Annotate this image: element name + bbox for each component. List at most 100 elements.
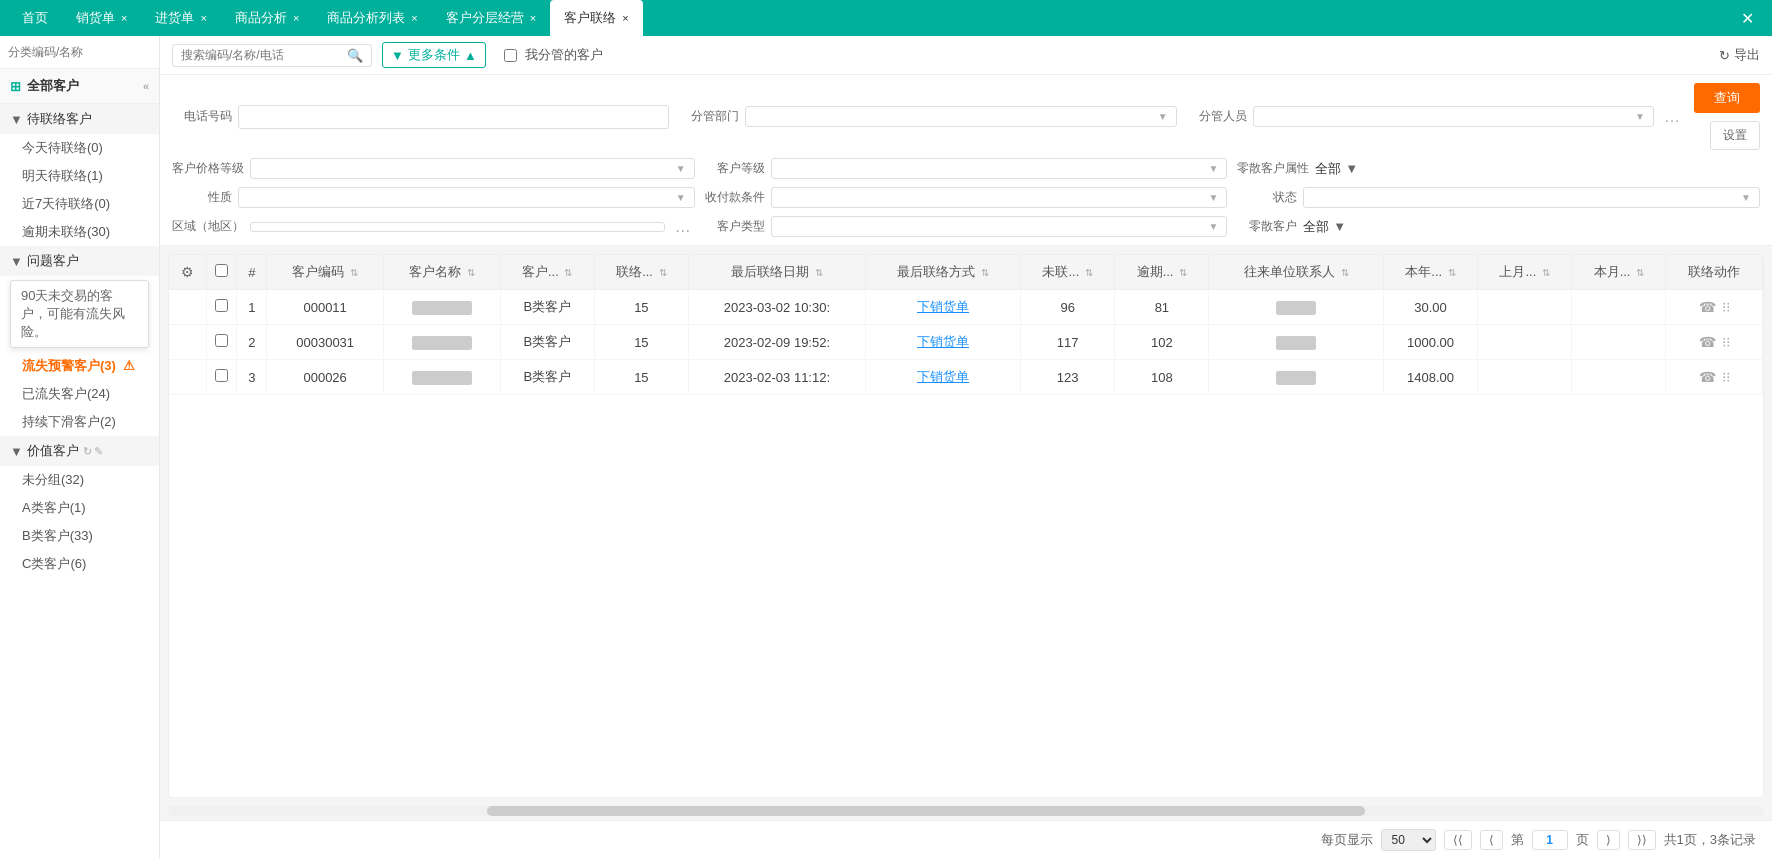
tab-purchase-close[interactable]: × — [200, 12, 206, 24]
price-tier-select[interactable]: ▼ — [250, 158, 695, 179]
row-method-2[interactable]: 下销货单 — [865, 360, 1020, 395]
action-more-icon-1[interactable]: ⁝⁝ — [1722, 334, 1730, 350]
customer-type-select[interactable]: ▼ — [771, 216, 1228, 237]
tab-home[interactable]: 首页 — [8, 0, 62, 36]
col-name-header[interactable]: 客户名称 ⇅ — [383, 255, 500, 290]
settings-button[interactable]: 设置 — [1710, 121, 1760, 150]
prev-page-button[interactable]: ⟨ — [1480, 830, 1503, 850]
first-page-button[interactable]: ⟨⟨ — [1444, 830, 1472, 850]
tab-purchase[interactable]: 进货单 × — [141, 0, 220, 36]
col-contacts-header[interactable]: 联络... ⇅ — [594, 255, 688, 290]
zero-customer-chevron: ▼ — [1333, 219, 1346, 234]
search-button-icon[interactable]: 🔍 — [347, 48, 363, 63]
sidebar-item-class-c[interactable]: C类客户(6) — [0, 550, 159, 578]
tab-customer-contact-close[interactable]: × — [622, 12, 628, 24]
window-close-button[interactable]: ✕ — [1731, 9, 1764, 28]
tab-sales[interactable]: 销货单 × — [62, 0, 141, 36]
sidebar-item-churn-warning[interactable]: 流失预警客户(3) ⚠ — [0, 352, 159, 380]
sidebar-item-declining[interactable]: 持续下滑客户(2) — [0, 408, 159, 436]
tab-analysis[interactable]: 商品分析 × — [221, 0, 313, 36]
search-input[interactable] — [181, 48, 347, 62]
sidebar-item-class-a[interactable]: A类客户(1) — [0, 494, 159, 522]
status-select[interactable]: ▼ — [1303, 187, 1760, 208]
sidebar-group-value[interactable]: ▼ 价值客户 ↻ ✎ — [0, 436, 159, 466]
col-this-month-header[interactable]: 本月... ⇅ — [1572, 255, 1666, 290]
region-select[interactable] — [250, 222, 665, 232]
person-more-icon[interactable]: … — [1660, 108, 1684, 126]
col-overdue-header[interactable]: 逾期... ⇅ — [1115, 255, 1209, 290]
tab-sales-close[interactable]: × — [121, 12, 127, 24]
export-button[interactable]: ↻ 导出 — [1719, 46, 1760, 64]
col-type-header[interactable]: 客户... ⇅ — [500, 255, 594, 290]
person-select[interactable]: ▼ — [1253, 106, 1654, 127]
row-checkbox-1[interactable] — [207, 325, 237, 360]
sort-not-contacted-icon: ⇅ — [1085, 267, 1093, 278]
select-all-checkbox[interactable] — [215, 264, 228, 277]
export-icon: ↻ — [1719, 48, 1730, 63]
sidebar: 🔍 ⊞ 全部客户 « ▼ 待联络客户 今天待联络(0) 明天待联络(1) 近7天… — [0, 36, 160, 859]
sidebar-all-customers[interactable]: ⊞ 全部客户 « — [0, 69, 159, 104]
phone-input[interactable] — [238, 105, 669, 129]
row-date-2: 2023-02-03 11:12: — [688, 360, 865, 395]
scrollbar-thumb[interactable] — [487, 806, 1365, 816]
col-checkbox-header[interactable] — [207, 255, 237, 290]
row-method-1[interactable]: 下销货单 — [865, 325, 1020, 360]
action-contact-icon-0[interactable]: ☎ — [1699, 299, 1716, 315]
payment-select[interactable]: ▼ — [771, 187, 1228, 208]
col-settings[interactable]: ⚙ — [169, 255, 207, 290]
col-last-month-header[interactable]: 上月... ⇅ — [1478, 255, 1572, 290]
sidebar-item-ungrouped[interactable]: 未分组(32) — [0, 466, 159, 494]
tab-analysis-close[interactable]: × — [293, 12, 299, 24]
dept-select[interactable]: ▼ — [745, 106, 1176, 127]
sidebar-group-problem[interactable]: ▼ 问题客户 — [0, 246, 159, 276]
query-button[interactable]: 查询 — [1694, 83, 1760, 113]
region-more-icon[interactable]: … — [671, 218, 695, 236]
refresh-icon[interactable]: ↻ — [83, 445, 92, 458]
sidebar-item-class-b[interactable]: B类客户(33) — [0, 522, 159, 550]
row-last-month-0 — [1478, 290, 1572, 325]
col-last-method-header[interactable]: 最后联络方式 ⇅ — [865, 255, 1020, 290]
sidebar-item-overdue-contact[interactable]: 逾期未联络(30) — [0, 218, 159, 246]
row-method-0[interactable]: 下销货单 — [865, 290, 1020, 325]
col-not-contacted-header[interactable]: 未联... ⇅ — [1021, 255, 1115, 290]
action-contact-icon-2[interactable]: ☎ — [1699, 369, 1716, 385]
zero-attr-select[interactable]: 全部 ▼ — [1315, 160, 1760, 178]
sidebar-item-churned[interactable]: 已流失客户(24) — [0, 380, 159, 408]
tab-analysis-list-close[interactable]: × — [411, 12, 417, 24]
sidebar-item-today[interactable]: 今天待联络(0) — [0, 134, 159, 162]
tab-customer-tier[interactable]: 客户分层经营 × — [432, 0, 550, 36]
col-settings-icon[interactable]: ⚙ — [181, 264, 194, 280]
my-customers-checkbox[interactable]: 我分管的客户 — [496, 43, 611, 67]
page-number-input[interactable] — [1532, 830, 1568, 850]
col-last-date-header[interactable]: 最后联络日期 ⇅ — [688, 255, 865, 290]
tab-analysis-list[interactable]: 商品分析列表 × — [313, 0, 431, 36]
more-conditions-button[interactable]: ▼ 更多条件 ▲ — [382, 42, 486, 68]
col-code-header[interactable]: 客户编码 ⇅ — [267, 255, 384, 290]
sidebar-collapse-icon[interactable]: « — [143, 80, 149, 92]
zero-customer-select[interactable]: 全部 ▼ — [1303, 218, 1760, 236]
action-contact-icon-1[interactable]: ☎ — [1699, 334, 1716, 350]
customer-tier-select[interactable]: ▼ — [771, 158, 1228, 179]
horizontal-scrollbar[interactable] — [168, 806, 1764, 816]
sidebar-item-week[interactable]: 近7天待联络(0) — [0, 190, 159, 218]
edit-icon[interactable]: ✎ — [94, 445, 103, 458]
tab-customer-tier-close[interactable]: × — [530, 12, 536, 24]
my-customers-input[interactable] — [504, 49, 517, 62]
col-this-year-header[interactable]: 本年... ⇅ — [1383, 255, 1477, 290]
row-contacts-2: 15 — [594, 360, 688, 395]
next-page-button[interactable]: ⟩ — [1597, 830, 1620, 850]
sidebar-search-input[interactable] — [8, 45, 158, 59]
per-page-select[interactable]: 50 100 — [1381, 829, 1436, 851]
col-unit-contact-header[interactable]: 往来单位联系人 ⇅ — [1209, 255, 1384, 290]
last-page-button[interactable]: ⟩⟩ — [1628, 830, 1656, 850]
row-settings-0 — [169, 290, 207, 325]
action-more-icon-2[interactable]: ⁝⁝ — [1722, 369, 1730, 385]
sidebar-group-pending[interactable]: ▼ 待联络客户 — [0, 104, 159, 134]
sidebar-item-tomorrow[interactable]: 明天待联络(1) — [0, 162, 159, 190]
nature-select[interactable]: ▼ — [238, 187, 695, 208]
row-checkbox-0[interactable] — [207, 290, 237, 325]
filter-nature: 性质 ▼ — [172, 187, 695, 208]
action-more-icon-0[interactable]: ⁝⁝ — [1722, 299, 1730, 315]
tab-customer-contact[interactable]: 客户联络 × — [550, 0, 642, 36]
row-checkbox-2[interactable] — [207, 360, 237, 395]
